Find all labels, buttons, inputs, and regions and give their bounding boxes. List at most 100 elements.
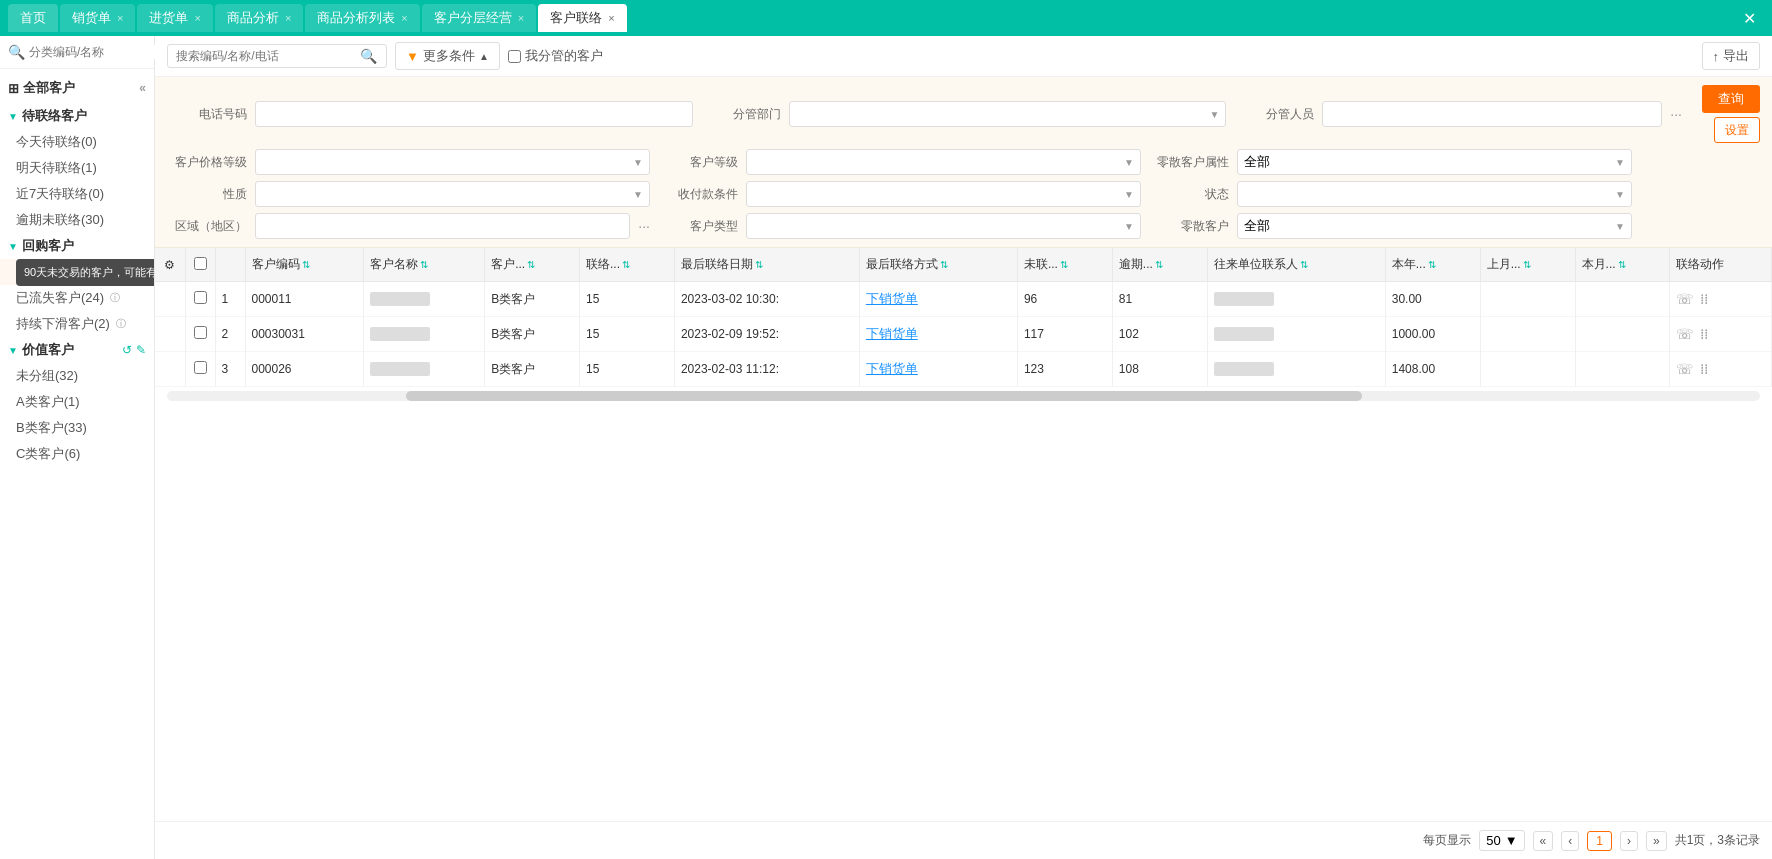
th-uncontacted[interactable]: 未联...⇅ <box>1017 248 1112 282</box>
th-checkbox[interactable] <box>185 248 215 282</box>
row-checkbox-cell-1[interactable] <box>185 317 215 352</box>
nature-select[interactable]: ▼ <box>255 181 650 207</box>
page-last-btn[interactable]: » <box>1646 831 1667 851</box>
sidebar-collapse-icon[interactable]: « <box>139 81 146 95</box>
sidebar-item-overdue[interactable]: 逾期未联络(30) <box>0 207 154 233</box>
scroll-thumb[interactable] <box>406 391 1362 401</box>
th-last-date[interactable]: 最后联络日期⇅ <box>674 248 859 282</box>
dept-select[interactable]: ▼ <box>789 101 1227 127</box>
th-overdue[interactable]: 逾期...⇅ <box>1112 248 1207 282</box>
sidebar-item-tomorrow[interactable]: 明天待联络(1) <box>0 155 154 181</box>
th-last-method[interactable]: 最后联络方式⇅ <box>859 248 1017 282</box>
row-checkbox-1[interactable] <box>194 326 207 339</box>
th-contact[interactable]: 联络...⇅ <box>580 248 675 282</box>
th-this-year-sort-icon: ⇅ <box>1428 259 1436 270</box>
th-type[interactable]: 客户...⇅ <box>485 248 580 282</box>
row-last-method-1[interactable]: 下销货单 <box>859 317 1017 352</box>
tab-customer-link[interactable]: 客户联络 × <box>538 4 626 32</box>
tab-sales-close[interactable]: × <box>117 12 123 24</box>
tab-analysis-list-close[interactable]: × <box>401 12 407 24</box>
th-this-month[interactable]: 本月...⇅ <box>1575 248 1670 282</box>
customer-type-select[interactable]: ▼ <box>746 213 1141 239</box>
my-customers-checkbox-row[interactable]: 我分管的客户 <box>508 47 603 65</box>
header-checkbox[interactable] <box>194 257 207 270</box>
more-conditions-btn[interactable]: ▼ 更多条件 ▲ <box>395 42 500 70</box>
per-page-select[interactable]: 50 ▼ <box>1479 830 1524 851</box>
query-button[interactable]: 查询 <box>1702 85 1760 113</box>
action-menu-icon-0[interactable]: ⁞⁞ <box>1700 291 1708 307</box>
retail-attr-select[interactable]: 全部 ▼ <box>1237 149 1632 175</box>
sidebar-item-churned[interactable]: 已流失客户(24) ⓘ <box>0 285 154 311</box>
page-next-btn[interactable]: › <box>1620 831 1638 851</box>
tab-sales[interactable]: 销货单 × <box>60 4 135 32</box>
th-gear[interactable]: ⚙ <box>155 248 185 282</box>
th-code[interactable]: 客户编码⇅ <box>245 248 363 282</box>
action-call-icon-2[interactable]: ☏ <box>1676 361 1694 377</box>
tab-customer-tier-close[interactable]: × <box>518 12 524 24</box>
th-last-month[interactable]: 上月...⇅ <box>1480 248 1575 282</box>
sidebar-item-class-a[interactable]: A类客户(1) <box>0 389 154 415</box>
sidebar-item-7days[interactable]: 近7天待联络(0) <box>0 181 154 207</box>
row-checkbox-2[interactable] <box>194 361 207 374</box>
row-checkbox-cell-2[interactable] <box>185 352 215 387</box>
window-close-button[interactable]: ✕ <box>1735 5 1764 32</box>
status-select[interactable]: ▼ <box>1237 181 1632 207</box>
action-menu-icon-1[interactable]: ⁞⁞ <box>1700 326 1708 342</box>
th-overdue-sort-icon: ⇅ <box>1155 259 1163 270</box>
tab-customer-tier[interactable]: 客户分层经营 × <box>422 4 536 32</box>
region-select[interactable] <box>255 213 630 239</box>
sidebar-item-today[interactable]: 今天待联络(0) <box>0 129 154 155</box>
payment-select[interactable]: ▼ <box>746 181 1141 207</box>
action-call-icon-1[interactable]: ☏ <box>1676 326 1694 342</box>
th-unit-contact[interactable]: 往来单位联系人⇅ <box>1207 248 1385 282</box>
page-first-btn[interactable]: « <box>1533 831 1554 851</box>
sidebar-item-class-c[interactable]: C类客户(6) <box>0 441 154 467</box>
filter-search-icon[interactable]: 🔍 <box>360 48 377 64</box>
value-edit-icon[interactable]: ✎ <box>136 343 146 357</box>
row-last-method-link-1[interactable]: 下销货单 <box>866 326 918 341</box>
filter-search-input[interactable] <box>176 49 356 63</box>
tab-customer-link-close[interactable]: × <box>608 12 614 24</box>
my-customers-checkbox[interactable] <box>508 50 521 63</box>
row-last-method-2[interactable]: 下销货单 <box>859 352 1017 387</box>
page-prev-btn[interactable]: ‹ <box>1561 831 1579 851</box>
tab-analysis-close[interactable]: × <box>285 12 291 24</box>
sidebar-item-class-b[interactable]: B类客户(33) <box>0 415 154 441</box>
horizontal-scrollbar[interactable] <box>167 391 1760 401</box>
export-button[interactable]: ↑ 导出 <box>1702 42 1761 70</box>
th-name[interactable]: 客户名称⇅ <box>363 248 484 282</box>
tab-purchase-close[interactable]: × <box>194 12 200 24</box>
sidebar-group-pending[interactable]: ▼ 待联络客户 <box>0 103 154 129</box>
price-grade-select[interactable]: ▼ <box>255 149 650 175</box>
current-page[interactable]: 1 <box>1587 831 1612 851</box>
row-last-method-link-0[interactable]: 下销货单 <box>866 291 918 306</box>
th-action: 联络动作 <box>1670 248 1772 282</box>
sidebar-group-repurchase-label: 回购客户 <box>22 237 74 255</box>
row-last-method-0[interactable]: 下销货单 <box>859 282 1017 317</box>
sidebar-item-declining[interactable]: 持续下滑客户(2) ⓘ <box>0 311 154 337</box>
filter-field-person: 分管人员 ··· 查询 设置 <box>1234 85 1760 143</box>
value-refresh-icon[interactable]: ↺ <box>122 343 132 357</box>
person-select[interactable] <box>1322 101 1662 127</box>
row-last-method-link-2[interactable]: 下销货单 <box>866 361 918 376</box>
retail-customer-select[interactable]: 全部 ▼ <box>1237 213 1632 239</box>
sidebar-item-today-label: 今天待联络(0) <box>16 133 97 151</box>
row-checkbox-0[interactable] <box>194 291 207 304</box>
person-dots-icon[interactable]: ··· <box>1670 106 1682 122</box>
sidebar-group-repurchase[interactable]: ▼ 回购客户 <box>0 233 154 259</box>
action-call-icon-0[interactable]: ☏ <box>1676 291 1694 307</box>
row-checkbox-cell-0[interactable] <box>185 282 215 317</box>
th-this-year[interactable]: 本年...⇅ <box>1385 248 1480 282</box>
tab-analysis-list[interactable]: 商品分析列表 × <box>305 4 419 32</box>
action-menu-icon-2[interactable]: ⁞⁞ <box>1700 361 1708 377</box>
tab-purchase[interactable]: 进货单 × <box>137 4 212 32</box>
customer-grade-select[interactable]: ▼ <box>746 149 1141 175</box>
phone-input[interactable] <box>255 101 693 127</box>
tab-home[interactable]: 首页 <box>8 4 58 32</box>
sidebar-group-value[interactable]: ▼ 价值客户 <box>8 341 74 359</box>
region-dots-icon[interactable]: ··· <box>638 218 650 234</box>
sidebar-all-customers[interactable]: ⊞ 全部客户 « <box>0 73 154 103</box>
sidebar-item-ungrouped[interactable]: 未分组(32) <box>0 363 154 389</box>
tab-analysis[interactable]: 商品分析 × <box>215 4 303 32</box>
settings-button[interactable]: 设置 <box>1714 117 1760 143</box>
